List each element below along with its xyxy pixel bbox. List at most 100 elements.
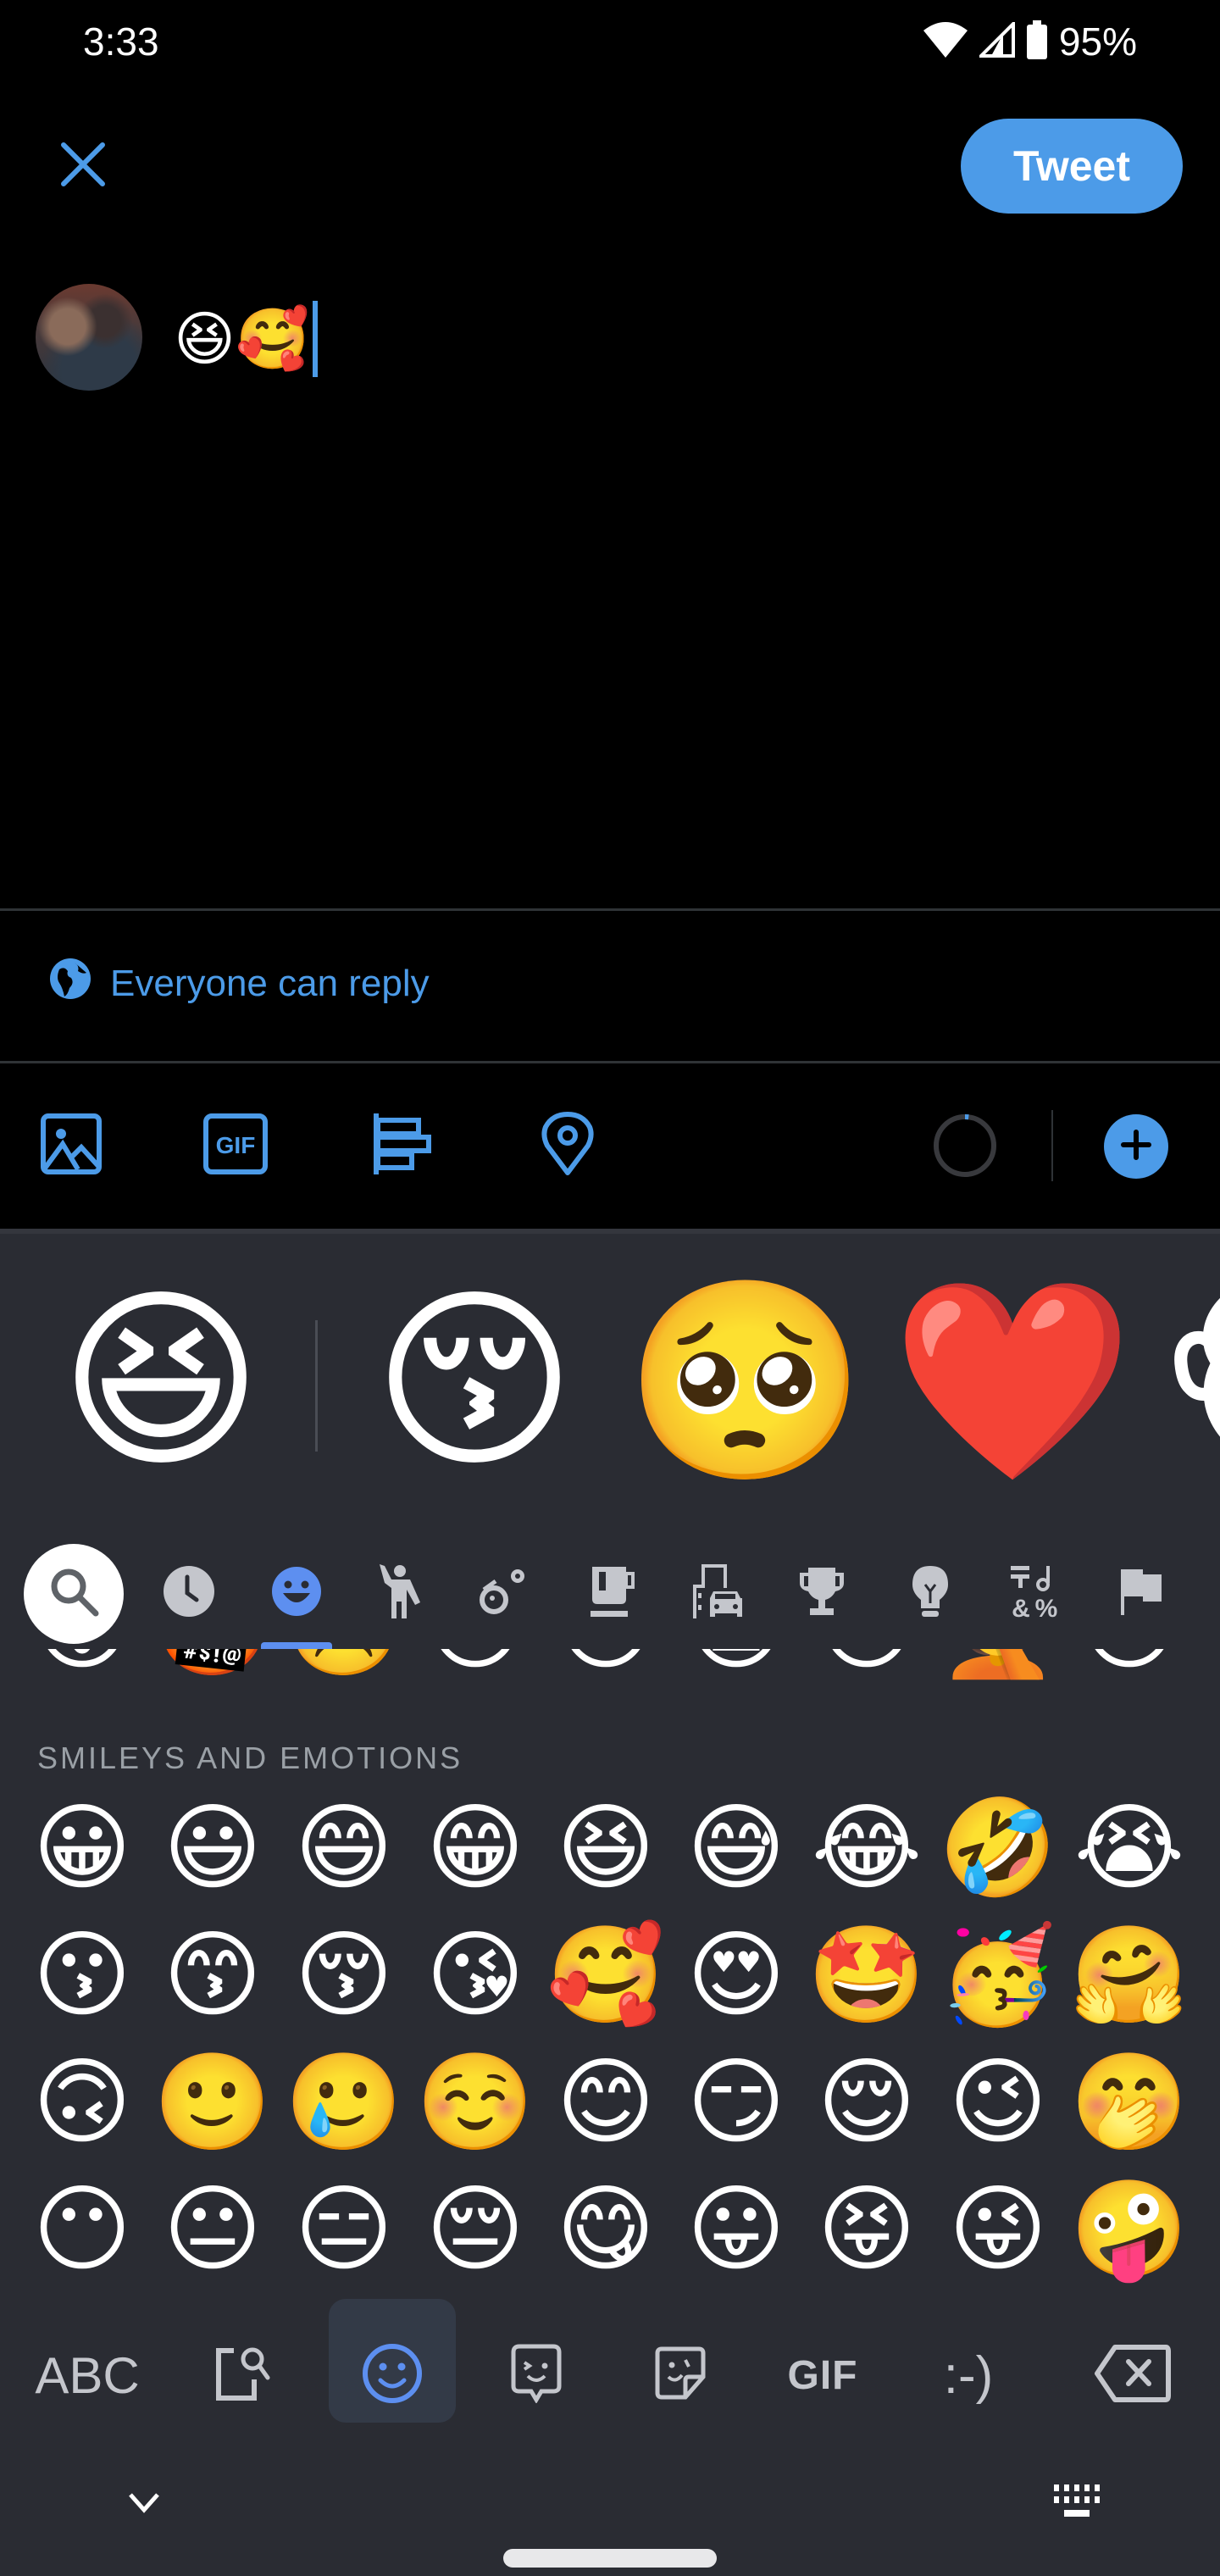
category-tab-travel-places[interactable] (671, 1542, 764, 1644)
emoji-cell[interactable]: 😛 (673, 2166, 800, 2293)
emoji-cell[interactable]: 😔 (412, 2166, 539, 2293)
emoji-cell[interactable]: 😍 (673, 1912, 800, 2039)
bitmoji-key[interactable] (473, 2316, 600, 2434)
emoticon-key[interactable]: :-) (905, 2316, 1032, 2434)
abc-label: ABC (35, 2346, 140, 2404)
category-tab-flags[interactable] (1095, 1542, 1189, 1644)
emoji-cell[interactable]: 😉 (934, 2039, 1062, 2166)
emoji-cell[interactable]: 😝 (19, 1649, 146, 1691)
emoji-kitchen-glyph: ❤️ (890, 1272, 1134, 1490)
emoji-kitchen-item[interactable]: 🐵 (1148, 1254, 1220, 1508)
emoji-cell[interactable]: 😁 (412, 1785, 539, 1912)
emoji-kitchen-suggestions: 😆 😚 🥺 ❤️ 🐵 (0, 1254, 1220, 1517)
category-tab-recent[interactable] (142, 1542, 236, 1644)
emoji-cell[interactable]: 😥 (803, 1649, 930, 1691)
add-gif-button[interactable]: GIF (202, 1112, 269, 1180)
emoji-kitchen-item[interactable]: 🥺 (623, 1254, 868, 1508)
home-gesture-handle[interactable] (503, 2549, 717, 2568)
emoji-cell[interactable]: 😂 (803, 1785, 930, 1912)
emoji-key[interactable] (329, 2316, 456, 2434)
emoji-cell[interactable]: 😃 (149, 1785, 276, 1912)
svg-text:%: % (1035, 1595, 1058, 1618)
section-label: SMILEYS AND EMOTIONS (37, 1740, 463, 1775)
emoji-cell[interactable]: 😑 (412, 1649, 539, 1691)
emoji-cell[interactable]: 😄 (280, 1785, 408, 1912)
emoji-cell[interactable]: 🤪 (1066, 2166, 1193, 2293)
tweet-text-input[interactable]: 😆🥰 (174, 301, 319, 377)
emoji-cell[interactable]: 🤦 (934, 1649, 1062, 1691)
emoji-cell[interactable]: 🤭 (1066, 2039, 1193, 2166)
tweet-button[interactable]: Tweet (961, 119, 1183, 214)
flower-icon (477, 1564, 531, 1623)
emoji-search-key[interactable] (180, 2316, 307, 2434)
close-button[interactable] (53, 136, 114, 197)
emoji-cell[interactable]: 😚 (280, 1912, 408, 2039)
emoji-cell[interactable]: 😶 (19, 2166, 146, 2293)
emoji-cell[interactable]: 😀 (19, 1785, 146, 1912)
emoji-cell[interactable]: 😠 (542, 1649, 669, 1691)
emoji-cell[interactable]: 🤣 (934, 1785, 1062, 1912)
bitmoji-icon (511, 2344, 562, 2407)
emoji-cell[interactable]: 😐 (149, 2166, 276, 2293)
keyboard-top-border (0, 1229, 1220, 1234)
category-tab-search[interactable] (27, 1542, 120, 1644)
emoji-cell[interactable]: 🙂 (149, 2039, 276, 2166)
abc-key[interactable]: ABC (24, 2316, 151, 2434)
add-thread-button[interactable] (1104, 1114, 1168, 1179)
backspace-icon (1095, 2344, 1171, 2407)
category-tab-activities[interactable] (775, 1542, 868, 1644)
sticker-key[interactable] (617, 2316, 744, 2434)
emoji-grid[interactable]: 😝🤬☹️😑😠😧😥🤦😞 SMILEYS AND EMOTIONS 😀😃😄😁😆😅😂🤣… (0, 1649, 1220, 2296)
emoji-cell[interactable]: 😞 (1066, 1649, 1193, 1691)
emoji-cell[interactable]: 😘 (412, 1912, 539, 2039)
category-tab-people[interactable] (353, 1542, 446, 1644)
emoji-cell[interactable]: 😭 (1066, 1785, 1193, 1912)
emoji-cell[interactable]: 🤬 (149, 1649, 276, 1691)
emoji-cell[interactable]: 🙃 (19, 2039, 146, 2166)
category-tab-symbols[interactable]: &% (988, 1542, 1081, 1644)
emoji-cell[interactable]: 😧 (673, 1649, 800, 1691)
category-tab-smileys[interactable] (250, 1542, 343, 1644)
emoji-kitchen-item[interactable]: ❤️ (890, 1254, 1135, 1508)
emoji-cell[interactable]: 😜 (934, 2166, 1062, 2293)
emoji-cell[interactable]: 🤩 (803, 1912, 930, 2039)
emoji-cell[interactable]: 😙 (149, 1912, 276, 2039)
person-waving-icon (376, 1563, 424, 1623)
emoji-cell[interactable]: 😋 (542, 2166, 669, 2293)
reply-setting-button[interactable]: Everyone can reply (49, 958, 430, 1009)
emoji-cell[interactable]: 🥰 (542, 1912, 669, 2039)
emoji-cell[interactable]: 😏 (673, 2039, 800, 2166)
emoji-cell[interactable]: 🤗 (1066, 1912, 1193, 2039)
add-image-button[interactable] (37, 1112, 105, 1180)
emoji-cell[interactable]: 😌 (803, 2039, 930, 2166)
svg-text:GIF: GIF (216, 1132, 256, 1158)
emoji-cell[interactable]: ☺️ (412, 2039, 539, 2166)
chevron-down-icon (127, 2491, 161, 2518)
category-tab-objects[interactable] (884, 1542, 977, 1644)
emoji-kitchen-item[interactable]: 😆 (38, 1254, 284, 1508)
category-tab-animals-nature[interactable] (458, 1542, 551, 1644)
collapse-keyboard-button[interactable] (110, 2474, 178, 2534)
divider (0, 1061, 1220, 1063)
text-cursor (313, 301, 319, 377)
gif-key[interactable]: GIF (759, 2316, 886, 2434)
emoji-kitchen-glyph: 🥺 (624, 1272, 868, 1490)
backspace-key[interactable] (1069, 2316, 1196, 2434)
trophy-icon (798, 1566, 846, 1621)
emoji-cell[interactable]: 😊 (542, 2039, 669, 2166)
emoji-cell[interactable]: 😗 (19, 1912, 146, 2039)
emoji-cell[interactable]: 🥳 (934, 1912, 1062, 2039)
emoji-cell[interactable]: 😝 (803, 2166, 930, 2293)
emoji-cell[interactable]: ☹️ (280, 1649, 408, 1691)
category-tab-food-drink[interactable] (566, 1542, 659, 1644)
location-icon (541, 1111, 595, 1180)
emoji-kitchen-item[interactable]: 😚 (352, 1254, 597, 1508)
emoji-cell[interactable]: 😆 (542, 1785, 669, 1912)
switch-keyboard-button[interactable] (1042, 2470, 1113, 2538)
emoji-cell[interactable]: 🥲 (280, 2039, 408, 2166)
emoji-cell[interactable]: 😅 (673, 1785, 800, 1912)
avatar[interactable] (36, 284, 142, 391)
emoji-cell[interactable]: 😑 (280, 2166, 408, 2293)
add-poll-button[interactable] (368, 1112, 435, 1180)
add-location-button[interactable] (534, 1111, 602, 1180)
